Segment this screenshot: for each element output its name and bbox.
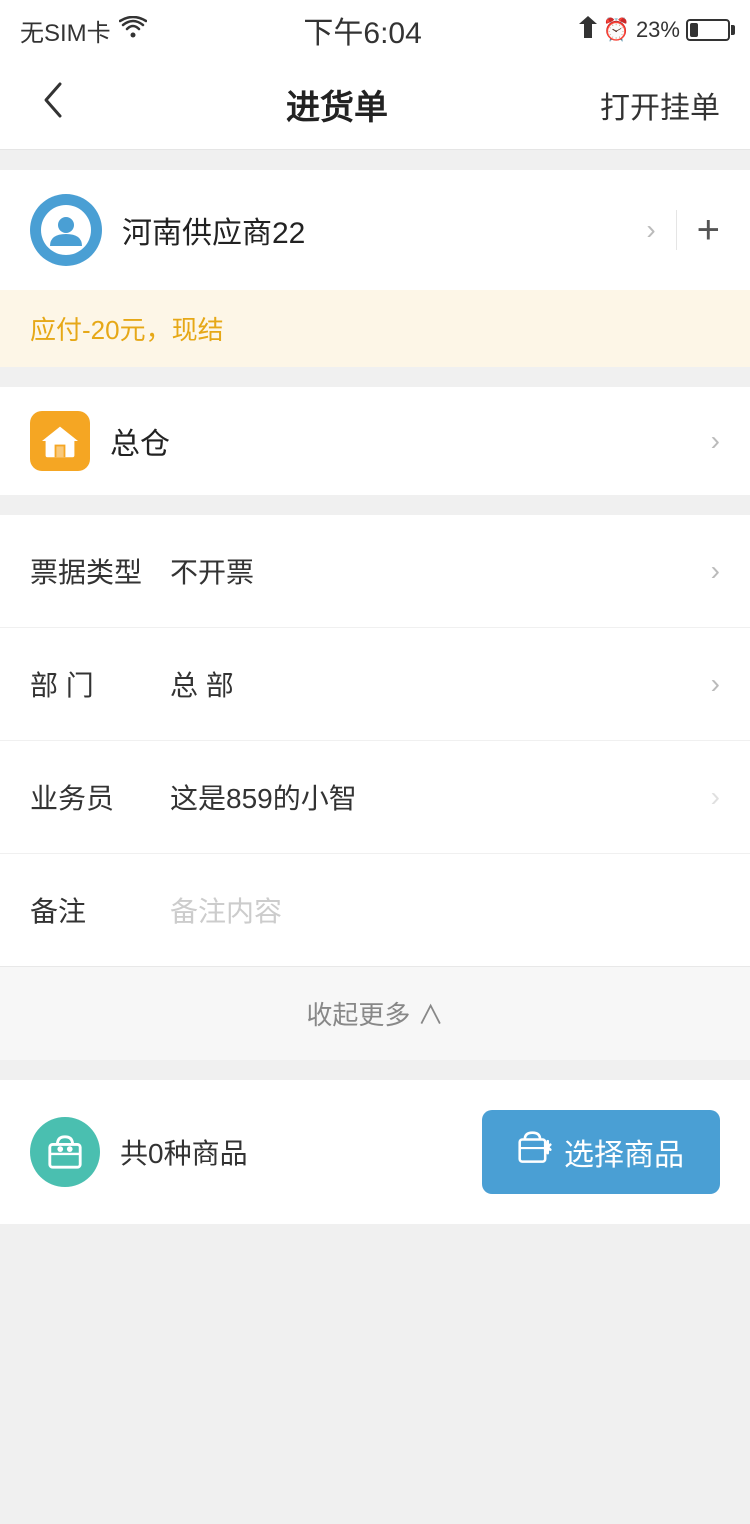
status-right: ⏰ 23%	[579, 16, 730, 44]
warehouse-row[interactable]: 总仓 ›	[0, 387, 750, 495]
status-time: 下午6:04	[303, 8, 421, 52]
supplier-row[interactable]: 河南供应商22 › +	[0, 170, 750, 290]
section-gap-3	[0, 495, 750, 515]
supplier-actions: › +	[646, 210, 720, 250]
wifi-icon	[119, 16, 147, 45]
warehouse-name: 总仓	[110, 419, 711, 463]
warehouse-icon	[30, 411, 90, 471]
collapse-label: 收起更多 ∧	[306, 995, 443, 1032]
section-gap-1	[0, 150, 750, 170]
remark-row[interactable]: 备注 备注内容	[0, 853, 750, 966]
notice-banner: 应付-20元，现结	[0, 290, 750, 367]
department-label: 部 门	[30, 664, 150, 704]
select-product-button[interactable]: 选择商品	[482, 1110, 720, 1194]
select-product-icon	[518, 1131, 552, 1173]
invoice-type-row[interactable]: 票据类型 不开票 ›	[0, 515, 750, 627]
remark-input[interactable]: 备注内容	[150, 890, 720, 930]
department-value: 总 部	[150, 664, 711, 704]
supplier-avatar-icon	[41, 205, 91, 255]
page-title: 进货单	[286, 80, 388, 129]
department-chevron-icon: ›	[711, 668, 720, 700]
select-product-label: 选择商品	[564, 1130, 684, 1174]
collapse-button[interactable]: 收起更多 ∧	[0, 966, 750, 1060]
carrier-text: 无SIM卡	[20, 13, 111, 48]
nav-bar: 进货单 打开挂单	[0, 60, 750, 150]
warehouse-section[interactable]: 总仓 ›	[0, 387, 750, 495]
salesperson-value: 这是859的小智	[150, 777, 711, 817]
supplier-name: 河南供应商22	[122, 208, 646, 252]
page-background	[0, 1224, 750, 1524]
supplier-section: 河南供应商22 › + 应付-20元，现结	[0, 170, 750, 367]
invoice-type-label: 票据类型	[30, 551, 150, 591]
salesperson-row[interactable]: 业务员 这是859的小智 ›	[0, 740, 750, 853]
battery-percent: 23%	[636, 17, 680, 43]
open-pending-button[interactable]: 打开挂单	[600, 83, 720, 127]
product-count-text: 共0种商品	[120, 1132, 248, 1172]
department-row[interactable]: 部 门 总 部 ›	[0, 627, 750, 740]
bottom-bar: 共0种商品 选择商品	[0, 1080, 750, 1224]
product-info: 共0种商品	[30, 1117, 248, 1187]
salesperson-chevron-icon: ›	[711, 781, 720, 813]
product-icon	[30, 1117, 100, 1187]
battery-fill	[690, 23, 698, 37]
section-gap-2	[0, 367, 750, 387]
warehouse-chevron-icon: ›	[711, 425, 720, 457]
invoice-type-chevron-icon: ›	[711, 555, 720, 587]
salesperson-label: 业务员	[30, 777, 150, 817]
alarm-icon: ⏰	[603, 17, 630, 43]
status-left: 无SIM卡	[20, 13, 147, 48]
supplier-chevron-icon: ›	[646, 214, 655, 246]
add-supplier-button[interactable]: +	[676, 210, 720, 250]
section-gap-4	[0, 1060, 750, 1080]
remark-label: 备注	[30, 890, 150, 930]
supplier-avatar	[30, 194, 102, 266]
form-section: 票据类型 不开票 › 部 门 总 部 › 业务员 这是859的小智 › 备注 备…	[0, 515, 750, 1060]
back-button[interactable]	[30, 70, 74, 139]
battery-icon	[686, 19, 730, 41]
status-bar: 无SIM卡 下午6:04 ⏰ 23%	[0, 0, 750, 60]
invoice-type-value: 不开票	[150, 551, 711, 591]
location-icon	[579, 16, 597, 44]
